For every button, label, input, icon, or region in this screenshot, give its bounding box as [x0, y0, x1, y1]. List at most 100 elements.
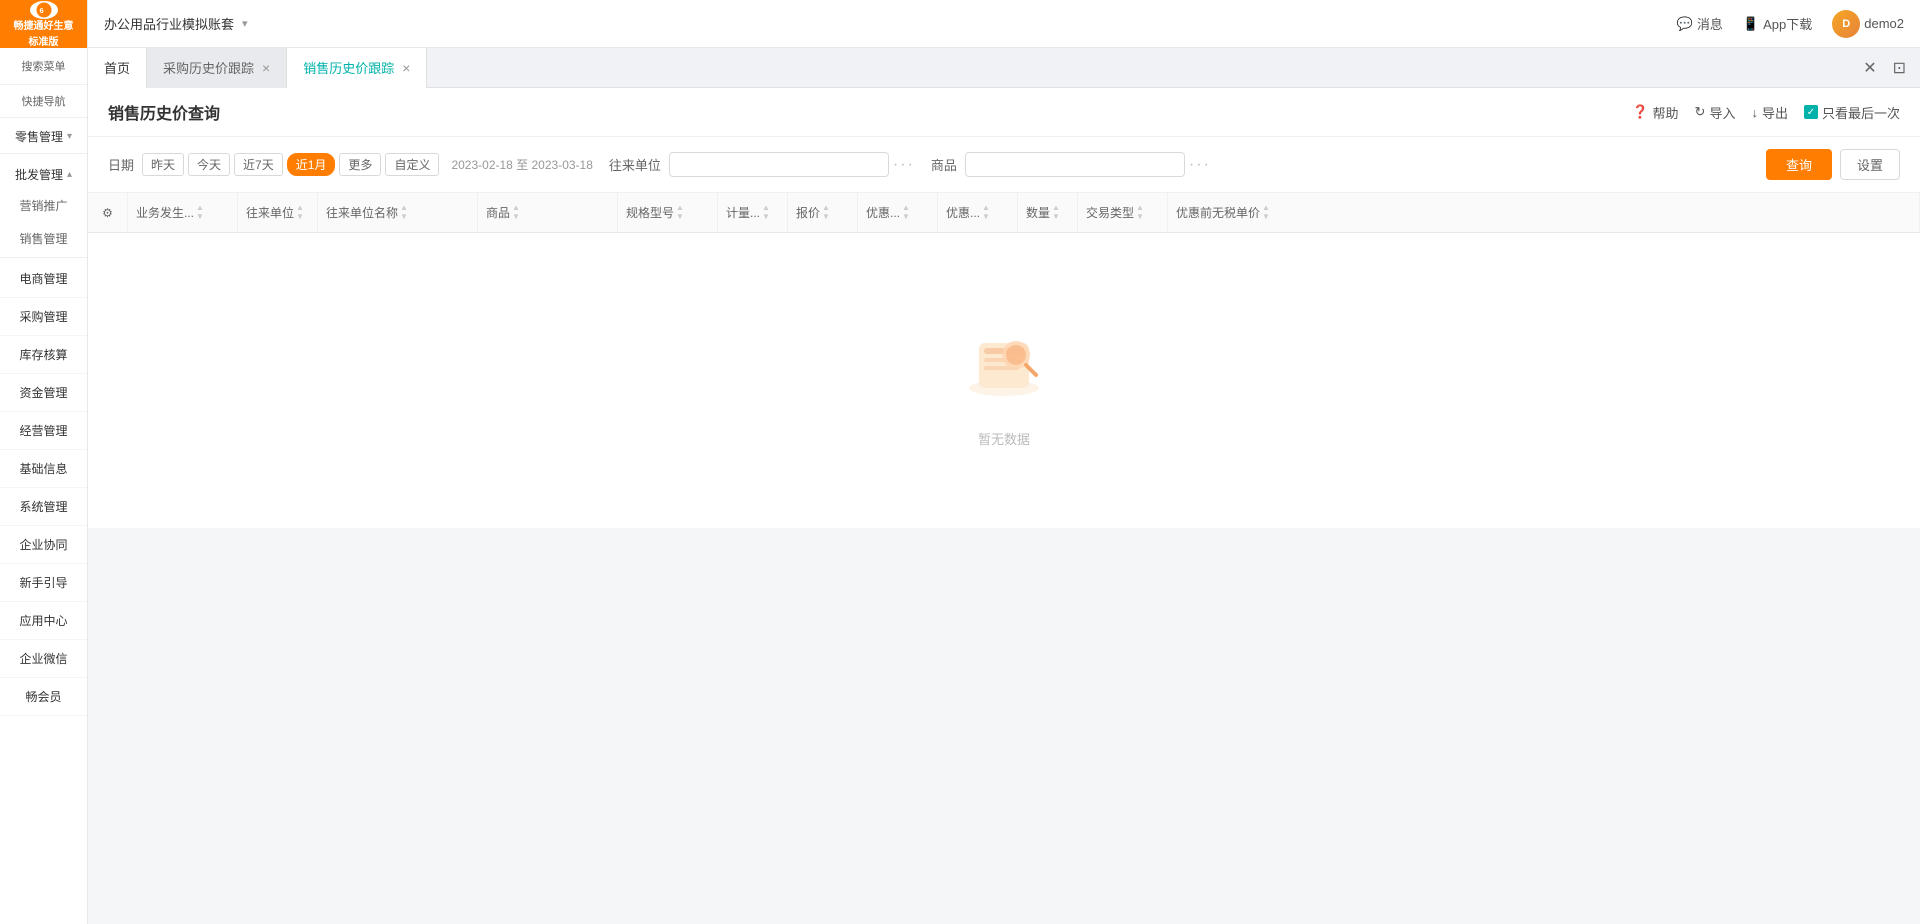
date-filter-label: 日期: [108, 155, 134, 174]
close-all-tabs-btn[interactable]: ✕: [1857, 54, 1882, 82]
tabs-bar: 首页 采购历史价跟踪 × 销售历史价跟踪 × ✕ ⊡: [88, 48, 1920, 88]
sidebar-item-sales[interactable]: 销售管理: [0, 222, 87, 255]
username: demo2: [1864, 16, 1904, 31]
app-name: 畅捷通好生意: [14, 21, 74, 33]
unit-sort-arrows[interactable]: ▲▼: [296, 204, 304, 221]
discount2-sort-arrows[interactable]: ▲▼: [982, 204, 990, 221]
quote-sort-arrows[interactable]: ▲▼: [822, 204, 830, 221]
sidebar-item-inventory[interactable]: 库存核算: [0, 336, 87, 374]
partner-filter-label: 往来单位: [609, 155, 661, 174]
sidebar-item-purchase[interactable]: 采购管理: [0, 298, 87, 336]
sidebar-item-wholesale[interactable]: 批发管理 ▴: [0, 156, 87, 189]
checkbox-icon: ✓: [1804, 105, 1818, 119]
divider-1: [0, 153, 87, 154]
qty-sort-arrows[interactable]: ▲▼: [1052, 204, 1060, 221]
th-unit-name[interactable]: 往来单位名称 ▲▼: [318, 193, 478, 232]
spec-sort-arrows[interactable]: ▲▼: [676, 204, 684, 221]
calc-sort-arrows[interactable]: ▲▼: [762, 204, 770, 221]
page-header-actions: ❓ 帮助 ↻ 导入 ↓ 导出 ✓ 只看最后一次: [1632, 103, 1900, 122]
date-btn-today[interactable]: 今天: [188, 153, 230, 176]
sidebar-item-enterprise[interactable]: 企业协同: [0, 526, 87, 564]
export-btn[interactable]: ↓ 导出: [1751, 103, 1788, 122]
th-notax[interactable]: 优惠前无税单价 ▲▼: [1168, 193, 1920, 232]
sidebar-item-system[interactable]: 系统管理: [0, 488, 87, 526]
settings-gear-icon[interactable]: ⚙: [102, 206, 113, 220]
date-btn-more[interactable]: 更多: [339, 153, 381, 176]
empty-text: 暂无数据: [978, 429, 1030, 448]
tab-purchase-history[interactable]: 采购历史价跟踪 ×: [147, 48, 287, 88]
retail-arrow: ▾: [67, 131, 72, 142]
tab-sales-close-btn[interactable]: ×: [402, 61, 410, 75]
sidebar-item-member[interactable]: 畅会员: [0, 678, 87, 716]
workspace-name: 办公用品行业模拟账套: [104, 14, 234, 33]
message-icon: 💬: [1677, 16, 1693, 32]
settings-btn[interactable]: 设置: [1840, 149, 1900, 180]
workspace-selector[interactable]: 办公用品行业模拟账套 ▾: [104, 14, 248, 33]
only-last-checkbox[interactable]: ✓ 只看最后一次: [1804, 103, 1900, 122]
app-logo: 6 畅捷通好生意 标准版: [0, 0, 87, 48]
app-download-btn[interactable]: 📱 App下载: [1743, 14, 1812, 33]
th-discount1[interactable]: 优惠... ▲▼: [858, 193, 938, 232]
partner-filter-group: 往来单位 ···: [609, 152, 915, 177]
sidebar-item-marketing[interactable]: 营销推广: [0, 189, 87, 222]
th-unit[interactable]: 往来单位 ▲▼: [238, 193, 318, 232]
th-calc[interactable]: 计量... ▲▼: [718, 193, 788, 232]
th-spec[interactable]: 规格型号 ▲▼: [618, 193, 718, 232]
date-btn-custom[interactable]: 自定义: [385, 153, 439, 176]
user-avatar-btn[interactable]: D demo2: [1832, 10, 1904, 38]
sidebar-item-finance[interactable]: 资金管理: [0, 374, 87, 412]
tab-purchase-close-btn[interactable]: ×: [262, 61, 270, 75]
import-btn[interactable]: ↻ 导入: [1695, 103, 1736, 122]
empty-state: 暂无数据: [88, 233, 1920, 528]
empty-icon: [954, 313, 1054, 413]
sidebar-quick-nav[interactable]: 快捷导航: [0, 85, 87, 118]
sidebar-item-basic[interactable]: 基础信息: [0, 450, 87, 488]
tabs-actions: ✕ ⊡: [1857, 54, 1920, 82]
partner-input[interactable]: [669, 152, 889, 177]
wholesale-arrow: ▴: [67, 169, 72, 180]
date-filter-group: 日期 昨天 今天 近7天 近1月 更多 自定义 2023-02-18 至 202…: [108, 153, 593, 176]
th-trade[interactable]: 交易类型 ▲▼: [1078, 193, 1168, 232]
maximize-btn[interactable]: ⊡: [1887, 54, 1912, 82]
query-btn[interactable]: 查询: [1766, 149, 1832, 180]
th-qty[interactable]: 数量 ▲▼: [1018, 193, 1078, 232]
th-date[interactable]: 业务发生... ▲▼: [128, 193, 238, 232]
sidebar-item-newbie[interactable]: 新手引导: [0, 564, 87, 602]
table-header: ⚙ 业务发生... ▲▼ 往来单位 ▲▼ 往来单位名称 ▲▼ 商品 ▲▼: [88, 193, 1920, 233]
th-goods[interactable]: 商品 ▲▼: [478, 193, 618, 232]
goods-sort-arrows[interactable]: ▲▼: [512, 204, 520, 221]
sidebar-item-retail[interactable]: 零售管理 ▾: [0, 118, 87, 151]
workspace-dropdown-arrow[interactable]: ▾: [242, 17, 248, 30]
goods-filter-group: 商品 ···: [931, 152, 1211, 177]
date-buttons: 昨天 今天 近7天 近1月 更多 自定义: [142, 153, 439, 176]
th-settings[interactable]: ⚙: [88, 193, 128, 232]
date-btn-1month[interactable]: 近1月: [287, 153, 336, 176]
unitname-sort-arrows[interactable]: ▲▼: [400, 204, 408, 221]
date-btn-yesterday[interactable]: 昨天: [142, 153, 184, 176]
th-discount2[interactable]: 优惠... ▲▼: [938, 193, 1018, 232]
help-btn[interactable]: ❓ 帮助: [1632, 103, 1678, 122]
tab-home[interactable]: 首页: [88, 48, 147, 88]
discount1-sort-arrows[interactable]: ▲▼: [902, 204, 910, 221]
trade-sort-arrows[interactable]: ▲▼: [1136, 204, 1144, 221]
sidebar-item-wechat[interactable]: 企业微信: [0, 640, 87, 678]
logo-icon: 6: [30, 1, 58, 19]
tab-sales-history[interactable]: 销售历史价跟踪 ×: [287, 48, 427, 88]
sidebar-search[interactable]: 搜索菜单: [0, 48, 87, 85]
partner-dots-btn[interactable]: ···: [893, 156, 915, 174]
sidebar-item-operations[interactable]: 经营管理: [0, 412, 87, 450]
th-quote[interactable]: 报价 ▲▼: [788, 193, 858, 232]
date-range-display: 2023-02-18 至 2023-03-18: [451, 156, 592, 173]
page-title: 销售历史价查询: [108, 100, 220, 124]
goods-filter-label: 商品: [931, 155, 957, 174]
message-btn[interactable]: 💬 消息: [1677, 14, 1723, 33]
goods-dots-btn[interactable]: ···: [1189, 156, 1211, 174]
goods-input[interactable]: [965, 152, 1185, 177]
top-bar: 办公用品行业模拟账套 ▾ 💬 消息 📱 App下载 D demo2: [88, 0, 1920, 48]
date-sort-arrows[interactable]: ▲▼: [196, 204, 204, 221]
sidebar-item-appstore[interactable]: 应用中心: [0, 602, 87, 640]
goods-input-group: ···: [965, 152, 1211, 177]
notax-sort-arrows[interactable]: ▲▼: [1262, 204, 1270, 221]
date-btn-7days[interactable]: 近7天: [234, 153, 283, 176]
sidebar-item-ecommerce[interactable]: 电商管理: [0, 260, 87, 298]
